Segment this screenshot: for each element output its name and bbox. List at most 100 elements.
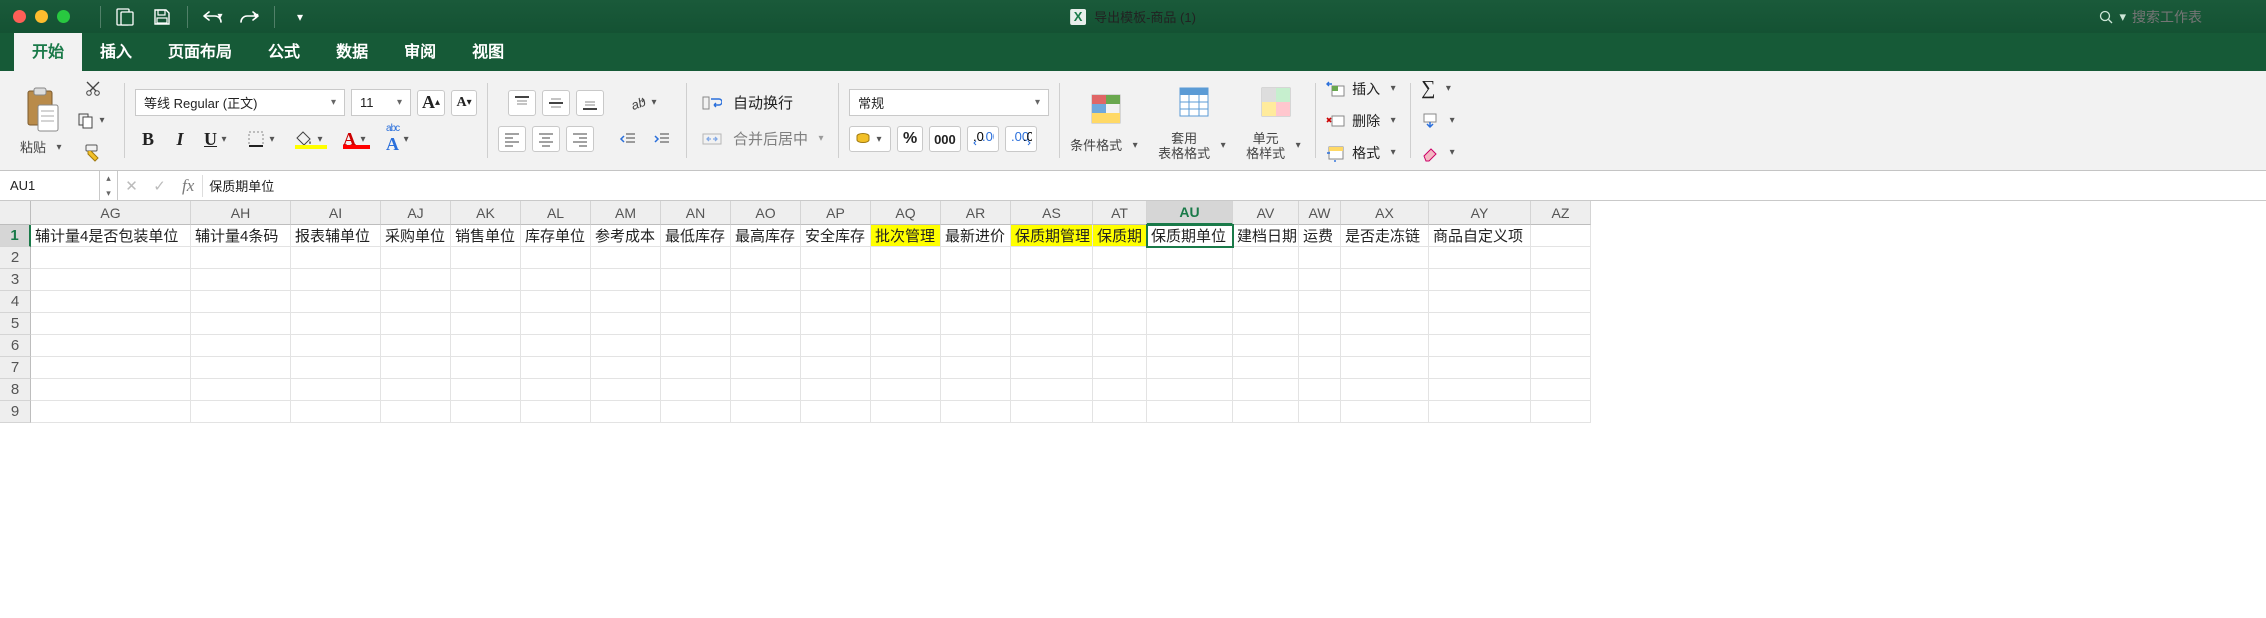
cell-AQ1[interactable]: 批次管理 <box>871 225 941 247</box>
cell-AL7[interactable] <box>521 357 591 379</box>
undo-button[interactable]: ▾ <box>202 6 224 28</box>
cell-AW5[interactable] <box>1299 313 1341 335</box>
cell-AS7[interactable] <box>1011 357 1093 379</box>
cell-AH4[interactable] <box>191 291 291 313</box>
cell-AI5[interactable] <box>291 313 381 335</box>
cell-AK8[interactable] <box>451 379 521 401</box>
italic-button[interactable]: I <box>167 126 193 152</box>
font-size-select[interactable]: 11▾ <box>351 89 411 116</box>
conditional-format-button[interactable]: 条件格式 <box>1070 87 1142 153</box>
cell-AR4[interactable] <box>941 291 1011 313</box>
column-header-AK[interactable]: AK <box>451 201 521 225</box>
cell-AZ7[interactable] <box>1531 357 1591 379</box>
cell-AK3[interactable] <box>451 269 521 291</box>
cell-AJ9[interactable] <box>381 401 451 423</box>
cell-AU3[interactable] <box>1147 269 1233 291</box>
cell-styles-dropdown[interactable] <box>1291 140 1305 151</box>
row-header-8[interactable]: 8 <box>0 379 31 401</box>
cell-AV3[interactable] <box>1233 269 1299 291</box>
cell-AI1[interactable]: 报表辅单位 <box>291 225 381 247</box>
tab-数据[interactable]: 数据 <box>318 30 386 71</box>
tab-审阅[interactable]: 审阅 <box>386 30 454 71</box>
cell-AL5[interactable] <box>521 313 591 335</box>
cell-AH2[interactable] <box>191 247 291 269</box>
cell-AW7[interactable] <box>1299 357 1341 379</box>
row-header-2[interactable]: 2 <box>0 247 31 269</box>
cell-AW1[interactable]: 运费 <box>1299 225 1341 247</box>
orientation-button[interactable]: ab <box>624 90 666 116</box>
cell-AH1[interactable]: 辅计量4条码 <box>191 225 291 247</box>
cell-AQ3[interactable] <box>871 269 941 291</box>
align-middle-button[interactable] <box>542 90 570 116</box>
cell-AQ8[interactable] <box>871 379 941 401</box>
row-header-3[interactable]: 3 <box>0 269 31 291</box>
cell-AW6[interactable] <box>1299 335 1341 357</box>
underline-button[interactable]: U <box>199 126 236 152</box>
decrease-indent-button[interactable] <box>614 126 642 152</box>
fill-color-dropdown[interactable] <box>313 134 327 145</box>
column-header-AL[interactable]: AL <box>521 201 591 225</box>
formula-input[interactable]: 保质期单位 <box>203 176 274 196</box>
cell-AN2[interactable] <box>661 247 731 269</box>
cell-AG4[interactable] <box>31 291 191 313</box>
increase-indent-button[interactable] <box>648 126 676 152</box>
cell-AU6[interactable] <box>1147 335 1233 357</box>
cell-AM8[interactable] <box>591 379 661 401</box>
cell-AZ6[interactable] <box>1531 335 1591 357</box>
cell-AK7[interactable] <box>451 357 521 379</box>
format-painter-button[interactable] <box>78 140 108 166</box>
cell-AQ6[interactable] <box>871 335 941 357</box>
cell-AY1[interactable]: 商品自定义项 <box>1429 225 1531 247</box>
column-header-AV[interactable]: AV <box>1233 201 1299 225</box>
cell-AZ3[interactable] <box>1531 269 1591 291</box>
cell-AG6[interactable] <box>31 335 191 357</box>
column-header-AX[interactable]: AX <box>1341 201 1429 225</box>
borders-button[interactable] <box>242 126 284 152</box>
format-cells-button[interactable]: 格式 <box>1326 140 1400 166</box>
orientation-dropdown[interactable] <box>647 97 661 108</box>
cell-AI7[interactable] <box>291 357 381 379</box>
cut-button[interactable] <box>79 76 107 102</box>
align-right-button[interactable] <box>566 126 594 152</box>
column-header-AS[interactable]: AS <box>1011 201 1093 225</box>
column-header-AW[interactable]: AW <box>1299 201 1341 225</box>
tab-页面布局[interactable]: 页面布局 <box>150 30 250 71</box>
format-dropdown[interactable] <box>1386 147 1400 158</box>
cell-AU2[interactable] <box>1147 247 1233 269</box>
cell-AV7[interactable] <box>1233 357 1299 379</box>
align-top-button[interactable] <box>508 90 536 116</box>
spreadsheet-grid[interactable]: AGAHAIAJAKALAMANAOAPAQARASATAUAVAWAXAYAZ… <box>0 201 2266 618</box>
cell-AI2[interactable] <box>291 247 381 269</box>
merge-center-button[interactable]: 合并后居中 <box>697 126 828 152</box>
cell-AS6[interactable] <box>1011 335 1093 357</box>
select-all-corner[interactable] <box>0 201 31 225</box>
sheet-search-input[interactable] <box>2132 9 2252 25</box>
row-header-4[interactable]: 4 <box>0 291 31 313</box>
cell-AY9[interactable] <box>1429 401 1531 423</box>
format-as-table-button[interactable]: 套用 表格格式 <box>1158 80 1230 161</box>
font-color-dropdown[interactable] <box>356 134 370 145</box>
underline-dropdown[interactable] <box>217 134 231 145</box>
autosum-dropdown[interactable] <box>1441 83 1455 94</box>
cell-AO8[interactable] <box>731 379 801 401</box>
cell-AR8[interactable] <box>941 379 1011 401</box>
cell-AX7[interactable] <box>1341 357 1429 379</box>
cell-AV9[interactable] <box>1233 401 1299 423</box>
cell-AQ2[interactable] <box>871 247 941 269</box>
cell-AW4[interactable] <box>1299 291 1341 313</box>
cell-AH3[interactable] <box>191 269 291 291</box>
cell-AU1[interactable]: 保质期单位 <box>1147 225 1233 247</box>
cell-AG7[interactable] <box>31 357 191 379</box>
cell-AX1[interactable]: 是否走冻链 <box>1341 225 1429 247</box>
cell-AI8[interactable] <box>291 379 381 401</box>
cell-AT9[interactable] <box>1093 401 1147 423</box>
currency-button[interactable] <box>849 126 891 152</box>
cell-AY4[interactable] <box>1429 291 1531 313</box>
cond-fmt-dropdown[interactable] <box>1128 140 1142 151</box>
font-name-select[interactable]: 等线 Regular (正文)▾ <box>135 89 345 116</box>
row-header-1[interactable]: 1 <box>0 225 31 247</box>
fill-dropdown[interactable] <box>1445 115 1459 126</box>
cell-AL1[interactable]: 库存单位 <box>521 225 591 247</box>
cell-AM1[interactable]: 参考成本 <box>591 225 661 247</box>
cell-AX9[interactable] <box>1341 401 1429 423</box>
